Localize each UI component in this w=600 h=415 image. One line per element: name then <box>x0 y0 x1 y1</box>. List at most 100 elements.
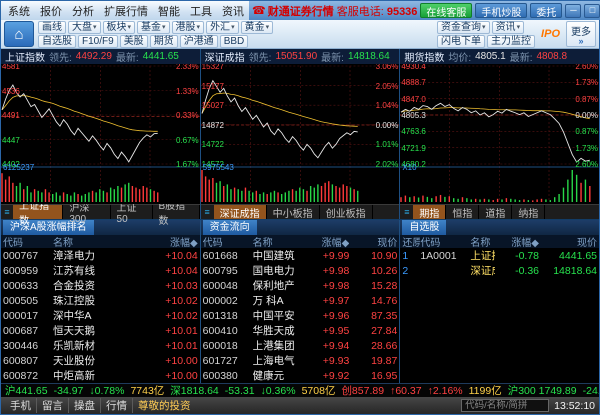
chart-tab[interactable]: 深证成指 <box>213 205 267 220</box>
column-header[interactable]: 名称 <box>253 234 304 249</box>
column-header[interactable]: 代码 <box>203 234 253 249</box>
column-header[interactable]: 名称 <box>53 234 146 249</box>
menu-item[interactable]: 系统 <box>3 3 35 19</box>
toolbar-button[interactable]: 资金查询 ▾ <box>437 20 490 34</box>
column-header[interactable]: 涨幅◆ <box>146 234 198 249</box>
column-header[interactable]: 涨幅◆ <box>303 234 350 249</box>
chart-tab[interactable]: 沪深300 <box>63 203 111 225</box>
chart-tab[interactable]: 道指 <box>479 205 513 220</box>
table-row[interactable]: 000017 深中华A +10.02 <box>1 308 200 323</box>
toolbar-button[interactable]: 板块 ▾ <box>102 20 136 34</box>
toolbar-button[interactable]: 大盘 ▾ <box>68 20 101 34</box>
chart-tab[interactable]: 上证指数 <box>13 201 64 227</box>
toolbar-button[interactable]: 闪电下单 <box>437 34 486 48</box>
chart-tab[interactable]: 创业板指 <box>320 205 373 220</box>
table-row[interactable]: 300446 乐凯新材 +10.01 <box>1 338 200 353</box>
chart-tab[interactable]: B股指数 <box>153 201 200 227</box>
mobile-trade-button[interactable]: 手机炒股 <box>475 3 528 19</box>
toolbar-button[interactable]: 主力监控 <box>487 34 536 48</box>
table-row[interactable]: 600959 江苏有线 +10.04 <box>1 263 200 278</box>
notice-text: 尊敬的投资 <box>138 400 191 412</box>
chart-tab[interactable]: 期指 <box>413 205 447 220</box>
table-row[interactable]: 000002 万 科A +9.97 14.76 <box>201 293 400 308</box>
table-row[interactable]: 600048 保利地产 +9.98 15.28 <box>201 278 400 293</box>
cell: 万 科A <box>252 295 284 307</box>
menu-item[interactable]: 报价 <box>35 3 67 19</box>
toolbar-button[interactable]: 黄金 ▾ <box>240 20 274 34</box>
toolbar-button[interactable]: 自选股 <box>38 34 76 48</box>
table-row[interactable]: 601668 中国建筑 +9.99 10.90 <box>201 248 400 263</box>
chart-tab[interactable]: 上证50 <box>111 203 153 225</box>
menu-item[interactable]: 扩展行情 <box>99 3 153 19</box>
chart-tab[interactable]: 恒指 <box>446 205 480 220</box>
phone-label: 客服电话: <box>336 5 384 18</box>
cell: 16.95 <box>371 369 398 382</box>
table-row[interactable]: 2 深证成指 -0.36 14818.64 <box>400 263 599 278</box>
bottom-tab[interactable]: 手机 <box>5 398 37 413</box>
volume-bars <box>200 170 359 202</box>
online-service-button[interactable]: 在线客服 <box>420 3 473 19</box>
toolbar-button[interactable]: 港股 ▾ <box>171 20 205 34</box>
chart-tab-bar: ≡ 深证成指 中小板指 创业板指 <box>200 204 400 220</box>
table-row[interactable]: 600795 国电电力 +9.98 10.26 <box>201 263 400 278</box>
toolbar-button[interactable]: F10/F9 <box>78 34 118 48</box>
more-button[interactable]: 更多 » <box>566 21 596 47</box>
table-row[interactable]: 000633 合金投资 +10.03 <box>1 278 200 293</box>
panel-menu-icon[interactable]: ≡ <box>1 205 13 219</box>
bottom-bar: 手机留言操盘行情 尊敬的投资 13:52:10 <box>1 397 599 414</box>
cell: -0.78 <box>515 249 540 262</box>
bottom-tab[interactable]: 操盘 <box>69 398 101 413</box>
column-header[interactable]: 现价 <box>349 234 397 249</box>
table-row[interactable]: 600380 健康元 +9.92 16.95 <box>201 368 400 383</box>
trade-button[interactable]: 委托 <box>530 3 563 19</box>
cell: 国电电力 <box>252 265 295 277</box>
menu-item[interactable]: 分析 <box>67 3 99 19</box>
maximize-button[interactable]: □ <box>584 3 600 18</box>
table-row[interactable]: 600018 上港集团 +9.94 28.66 <box>201 338 400 353</box>
cell: +9.92 <box>322 369 350 382</box>
table-row[interactable]: 601727 上海电气 +9.93 19.87 <box>201 353 400 368</box>
toolbar-button[interactable]: 外汇 ▾ <box>206 20 239 34</box>
toolbar-button[interactable]: 画线 <box>38 20 66 34</box>
table-row[interactable]: 600807 天业股份 +10.00 <box>1 353 200 368</box>
cell: +9.97 <box>322 294 350 307</box>
table-row[interactable]: 600410 华胜天成 +9.95 27.84 <box>201 323 400 338</box>
chart-svg <box>400 65 600 202</box>
table-row[interactable]: 600872 中炬高新 +10.00 <box>1 368 200 383</box>
bottom-tab[interactable]: 留言 <box>37 398 69 413</box>
table-row[interactable]: 000767 漳泽电力 +10.04 <box>1 248 200 263</box>
home-button[interactable]: ⌂ <box>4 21 34 47</box>
table-row[interactable]: 000505 珠江控股 +10.02 <box>1 293 200 308</box>
menu-item[interactable]: 资讯 <box>217 3 249 19</box>
column-header[interactable]: 涨幅◆ <box>495 234 539 249</box>
table-row[interactable]: 601318 中国平安 +9.96 87.35 <box>201 308 400 323</box>
table-panel-title[interactable]: 资金流向 <box>202 220 257 235</box>
minimize-button[interactable]: ─ <box>565 3 582 18</box>
toolbar: ⌂ 画线 大盘 ▾ 板块 ▾ 基金 ▾ 港股 ▾ 外汇 ▾ 黄金 ▾ 自选股 F10/F9 美股 期货 沪港通 BB… <box>1 20 599 49</box>
table-panel-title[interactable]: 自选股 <box>402 220 447 235</box>
toolbar-button[interactable]: 期货 <box>149 34 178 48</box>
menu-item[interactable]: 工具 <box>185 3 217 19</box>
column-header[interactable]: 代码 <box>420 234 470 249</box>
column-header[interactable]: 名称 <box>470 234 495 249</box>
column-header[interactable]: 现价 <box>539 234 597 249</box>
table-row[interactable]: 1 1A0001 上证指数 -0.78 4441.65 <box>400 248 599 263</box>
chart-tab[interactable]: 中小板指 <box>267 205 320 220</box>
chart-tab[interactable]: 纳指 <box>512 205 546 220</box>
cell: 1A0001 <box>420 249 457 262</box>
stock-code-input[interactable] <box>461 399 550 412</box>
toolbar-button[interactable]: BBD <box>219 34 249 48</box>
column-header[interactable]: 代码 <box>3 234 53 249</box>
panel-menu-icon[interactable]: ≡ <box>400 205 413 219</box>
menu-item[interactable]: 智能 <box>153 3 185 19</box>
cell: 珠江控股 <box>53 295 95 307</box>
toolbar-button[interactable]: 沪港通 <box>179 34 218 48</box>
toolbar-button[interactable]: 资讯 ▾ <box>491 20 525 34</box>
panel-menu-icon[interactable]: ≡ <box>201 205 214 219</box>
ipo-button[interactable]: IPO <box>539 28 562 40</box>
toolbar-button[interactable]: 美股 <box>119 34 148 48</box>
table-row[interactable]: 000687 恒天天鹅 +10.01 <box>1 323 200 338</box>
toolbar-button[interactable]: 基金 ▾ <box>137 20 170 34</box>
column-header[interactable]: 还原 <box>402 234 420 249</box>
bottom-tab[interactable]: 行情 <box>101 398 133 413</box>
